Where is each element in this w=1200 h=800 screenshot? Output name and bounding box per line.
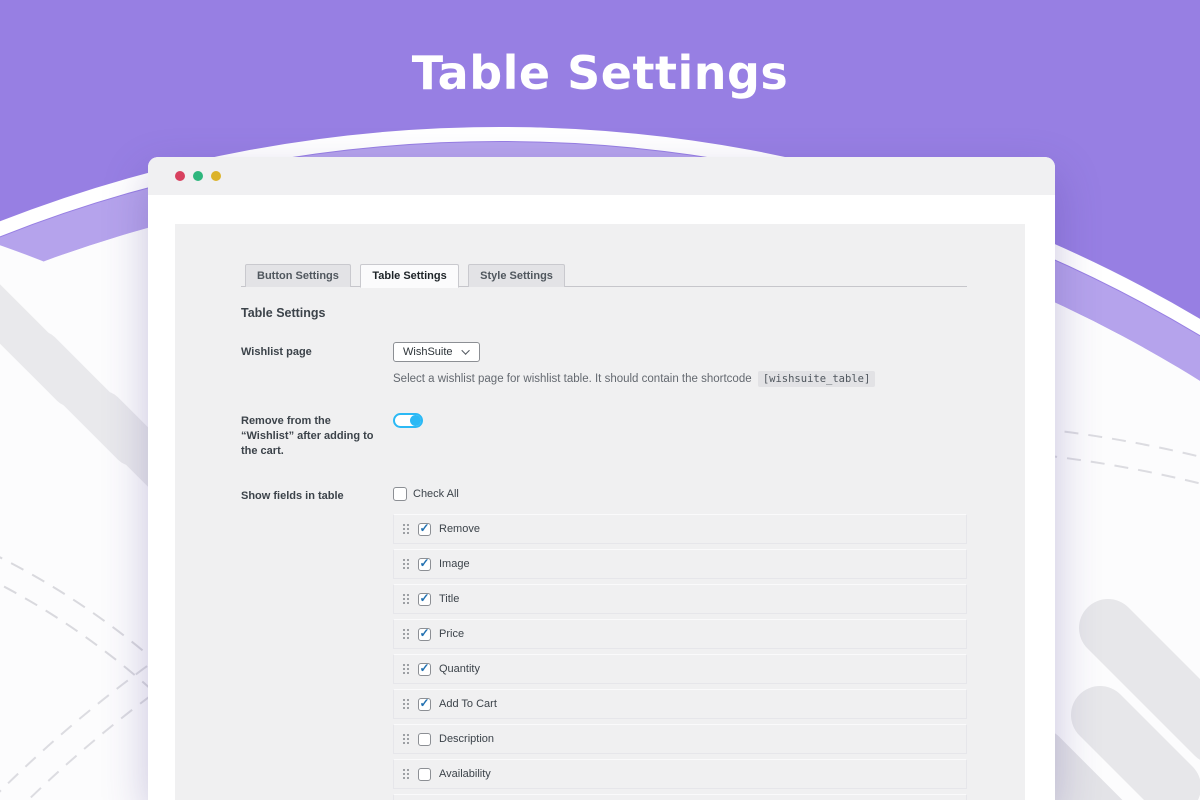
list-item[interactable]: Title (393, 584, 967, 614)
shortcode-chip: [wishsuite_table] (758, 371, 875, 387)
drag-handle-icon[interactable] (403, 734, 410, 745)
list-item[interactable]: Remove (393, 514, 967, 544)
zoom-dot[interactable] (211, 171, 221, 181)
show-fields-label: Show fields in table (241, 486, 393, 504)
field-label: Image (439, 558, 470, 570)
list-item[interactable]: Add To Cart (393, 689, 967, 719)
page-title: Table Settings (0, 46, 1200, 100)
tab-style-settings[interactable]: Style Settings (468, 264, 565, 287)
list-item[interactable]: Image (393, 549, 967, 579)
tab-table-settings[interactable]: Table Settings (360, 264, 458, 288)
tab-bar: Button Settings Table Settings Style Set… (241, 264, 967, 287)
list-item[interactable]: Description (393, 724, 967, 754)
list-item[interactable]: Price (393, 619, 967, 649)
field-checkbox[interactable] (418, 733, 431, 746)
wishlist-page-select[interactable]: WishSuite (393, 342, 480, 362)
field-label: Add To Cart (439, 698, 497, 710)
tab-button-settings[interactable]: Button Settings (245, 264, 351, 287)
browser-titlebar (148, 157, 1055, 195)
wishlist-page-row: Wishlist page WishSuite Select a wishlis… (241, 342, 967, 387)
field-checkbox[interactable] (418, 768, 431, 781)
sortable-field-list: Remove Image Title (393, 514, 967, 800)
field-label: Remove (439, 523, 480, 535)
browser-content: Button Settings Table Settings Style Set… (148, 195, 1055, 800)
help-text: Select a wishlist page for wishlist tabl… (393, 373, 752, 385)
field-checkbox[interactable] (418, 523, 431, 536)
field-checkbox[interactable] (418, 558, 431, 571)
drag-handle-icon[interactable] (403, 629, 410, 640)
drag-handle-icon[interactable] (403, 559, 410, 570)
browser-window: Button Settings Table Settings Style Set… (148, 157, 1055, 800)
field-label: Price (439, 628, 464, 640)
field-label: Description (439, 733, 494, 745)
wishlist-page-label: Wishlist page (241, 342, 393, 360)
field-checkbox[interactable] (418, 663, 431, 676)
check-all-checkbox[interactable] (393, 487, 407, 501)
drag-handle-icon[interactable] (403, 699, 410, 710)
remove-after-cart-label: Remove from the “Wishlist” after adding … (241, 411, 381, 459)
chevron-down-icon (461, 346, 469, 354)
section-heading: Table Settings (241, 306, 967, 320)
field-label: Quantity (439, 663, 480, 675)
minimize-dot[interactable] (193, 171, 203, 181)
check-all-label: Check All (413, 488, 459, 500)
drag-handle-icon[interactable] (403, 664, 410, 675)
list-item[interactable]: Availability (393, 759, 967, 789)
show-fields-row: Show fields in table Check All Remove (241, 486, 967, 800)
wishlist-page-select-value: WishSuite (403, 346, 453, 358)
list-item[interactable]: Quantity (393, 654, 967, 684)
check-all: Check All (393, 486, 967, 501)
field-label: Title (439, 593, 459, 605)
drag-handle-icon[interactable] (403, 524, 410, 535)
field-label: Availability (439, 768, 491, 780)
list-item[interactable]: Sku (393, 794, 967, 800)
settings-panel: Button Settings Table Settings Style Set… (175, 224, 1025, 800)
field-checkbox[interactable] (418, 593, 431, 606)
drag-handle-icon[interactable] (403, 594, 410, 605)
remove-after-cart-row: Remove from the “Wishlist” after adding … (241, 411, 967, 459)
remove-after-cart-toggle[interactable] (393, 413, 423, 428)
wishlist-page-help: Select a wishlist page for wishlist tabl… (393, 372, 967, 387)
field-checkbox[interactable] (418, 698, 431, 711)
close-dot[interactable] (175, 171, 185, 181)
drag-handle-icon[interactable] (403, 769, 410, 780)
field-checkbox[interactable] (418, 628, 431, 641)
